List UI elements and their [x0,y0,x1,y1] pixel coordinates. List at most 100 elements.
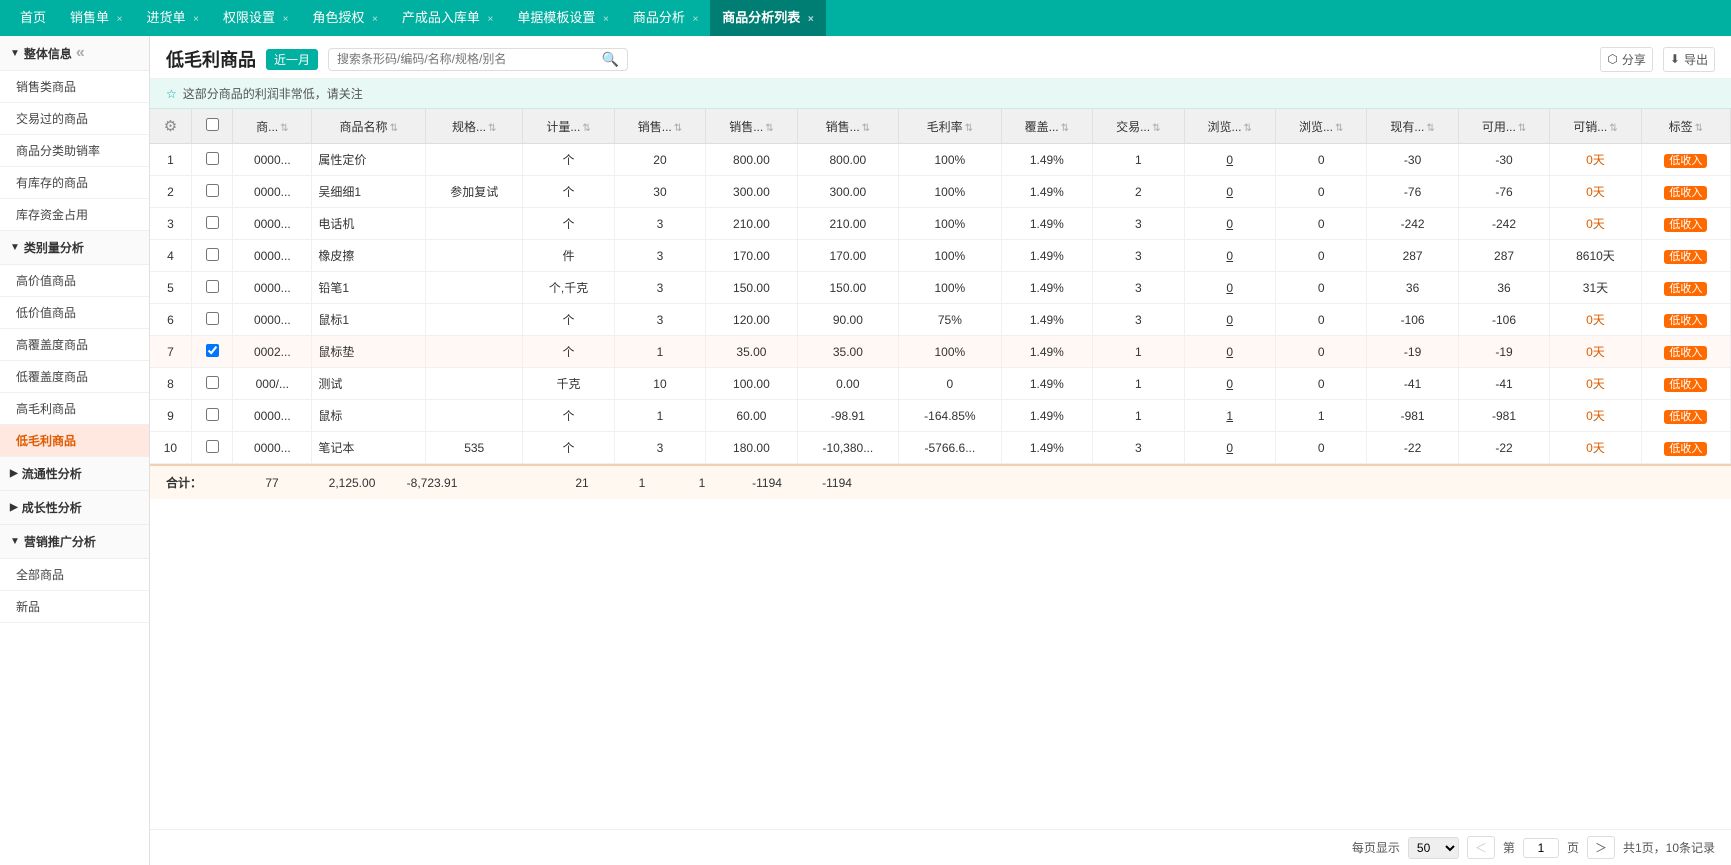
sidebar-item-high-margin[interactable]: 高毛利商品 [0,393,149,425]
row-checkbox[interactable] [191,240,232,272]
sidebar-item-high-value[interactable]: 高价值商品 [0,265,149,297]
nav-role[interactable]: 角色授权 × [300,0,389,36]
row-select-checkbox[interactable] [206,280,219,293]
sidebar-group-marketing[interactable]: ▼ 营销推广分析 [0,525,149,559]
row-select-checkbox[interactable] [206,248,219,261]
row-checkbox[interactable] [191,400,232,432]
spec-column-header[interactable]: 规格...⇅ [426,109,523,144]
row-select-checkbox[interactable] [206,440,219,453]
nav-sales[interactable]: 销售单 × [58,0,134,36]
row-checkbox[interactable] [191,272,232,304]
search-input[interactable] [337,52,602,66]
row-checkbox[interactable] [191,304,232,336]
current-stock-column-header[interactable]: 现有...⇅ [1367,109,1458,144]
close-icon[interactable]: × [603,14,609,25]
row-gross-rate: 75% [899,304,1002,336]
tag-column-header[interactable]: 标签⇅ [1641,109,1730,144]
sidebar-group-growth[interactable]: ▶ 成长性分析 [0,491,149,525]
search-icon[interactable]: 🔍 [602,51,619,68]
row-select-checkbox[interactable] [206,216,219,229]
nav-template[interactable]: 单据模板设置 × [505,0,620,36]
unit-column-header[interactable]: 计量...⇅ [523,109,614,144]
nav-home[interactable]: 首页 [8,0,58,36]
per-page-select[interactable]: 50 100 200 [1408,837,1459,859]
code-column-header[interactable]: 商...⇅ [233,109,312,144]
row-select-checkbox[interactable] [206,376,219,389]
transactions-column-header[interactable]: 交易...⇅ [1093,109,1184,144]
row-sales-qty: 30 [614,176,705,208]
sidebar-item-high-coverage[interactable]: 高覆盖度商品 [0,329,149,361]
export-button[interactable]: ⬇ 导出 [1663,47,1715,72]
row-select-checkbox[interactable] [206,312,219,325]
saleable-column-header[interactable]: 可销...⇅ [1550,109,1641,144]
row-checkbox[interactable] [191,144,232,176]
share-button[interactable]: ⬡ 分享 [1600,47,1653,72]
row-checkbox[interactable] [191,176,232,208]
next-page-button[interactable]: ＞ [1587,836,1615,859]
row-browse1[interactable]: 0 [1184,272,1275,304]
sales-amount-column-header[interactable]: 销售...⇅ [797,109,898,144]
close-icon[interactable]: × [488,14,494,25]
sidebar-item-stocked-products[interactable]: 有库存的商品 [0,167,149,199]
row-browse1[interactable]: 0 [1184,176,1275,208]
row-browse1[interactable]: 1 [1184,400,1275,432]
sidebar-item-category-rate[interactable]: 商品分类助销率 [0,135,149,167]
row-sales-qty: 20 [614,144,705,176]
nav-product-entry[interactable]: 产成品入库单 × [390,0,505,36]
sales-qty-column-header[interactable]: 销售...⇅ [614,109,705,144]
sidebar-item-low-value[interactable]: 低价值商品 [0,297,149,329]
row-available: -30 [1458,144,1549,176]
sidebar-item-new-products[interactable]: 新品 [0,591,149,623]
close-icon[interactable]: × [808,14,814,25]
sidebar-item-all-products[interactable]: 全部商品 [0,559,149,591]
row-select-checkbox[interactable] [206,184,219,197]
nav-analysis-list[interactable]: 商品分析列表 × [710,0,825,36]
sidebar-item-sales-products[interactable]: 销售类商品 [0,71,149,103]
row-checkbox[interactable] [191,336,232,368]
row-browse1[interactable]: 0 [1184,368,1275,400]
nav-permission[interactable]: 权限设置 × [211,0,300,36]
sidebar-group-flow[interactable]: ▶ 流通性分析 [0,457,149,491]
sidebar-item-traded-products[interactable]: 交易过的商品 [0,103,149,135]
close-icon[interactable]: × [692,14,698,25]
row-browse1[interactable]: 0 [1184,144,1275,176]
period-tag-button[interactable]: 近一月 [266,49,318,70]
close-icon[interactable]: × [283,14,289,25]
checkbox-column-header[interactable] [191,109,232,144]
nav-purchase[interactable]: 进货单 × [134,0,210,36]
close-icon[interactable]: × [117,14,123,25]
sidebar-group-overall[interactable]: ▼ 整体信息 « [0,36,149,71]
name-column-header[interactable]: 商品名称⇅ [312,109,426,144]
row-browse1[interactable]: 0 [1184,240,1275,272]
browse1-column-header[interactable]: 浏览...⇅ [1184,109,1275,144]
settings-column-header[interactable]: ⚙ [150,109,191,144]
coverage-column-header[interactable]: 覆盖...⇅ [1001,109,1092,144]
select-all-checkbox[interactable] [206,118,219,131]
nav-product-analysis[interactable]: 商品分析 × [621,0,710,36]
sidebar-item-low-margin[interactable]: 低毛利商品 [0,425,149,457]
close-icon[interactable]: × [193,14,199,25]
page-number-input[interactable] [1523,838,1559,858]
available-column-header[interactable]: 可用...⇅ [1458,109,1549,144]
sidebar-group-category-analysis[interactable]: ▼ 类别量分析 [0,231,149,265]
row-browse1[interactable]: 0 [1184,336,1275,368]
row-select-checkbox[interactable] [206,408,219,421]
row-select-checkbox[interactable] [206,344,219,357]
gross-rate-column-header[interactable]: 毛利率⇅ [899,109,1002,144]
row-checkbox[interactable] [191,208,232,240]
close-icon[interactable]: × [372,14,378,25]
row-checkbox[interactable] [191,368,232,400]
sidebar-item-stock-value[interactable]: 库存资金占用 [0,199,149,231]
prev-page-button[interactable]: ＜ [1467,836,1495,859]
row-checkbox[interactable] [191,432,232,464]
row-select-checkbox[interactable] [206,152,219,165]
row-saleable: 8610天 [1550,240,1641,272]
row-tag: 低收入 [1641,400,1730,432]
row-browse1[interactable]: 0 [1184,208,1275,240]
sales-price-column-header[interactable]: 销售...⇅ [706,109,797,144]
collapse-icon[interactable]: « [76,44,85,62]
sidebar-item-low-coverage[interactable]: 低覆盖度商品 [0,361,149,393]
row-browse1[interactable]: 0 [1184,432,1275,464]
row-browse1[interactable]: 0 [1184,304,1275,336]
browse2-column-header[interactable]: 浏览...⇅ [1275,109,1366,144]
